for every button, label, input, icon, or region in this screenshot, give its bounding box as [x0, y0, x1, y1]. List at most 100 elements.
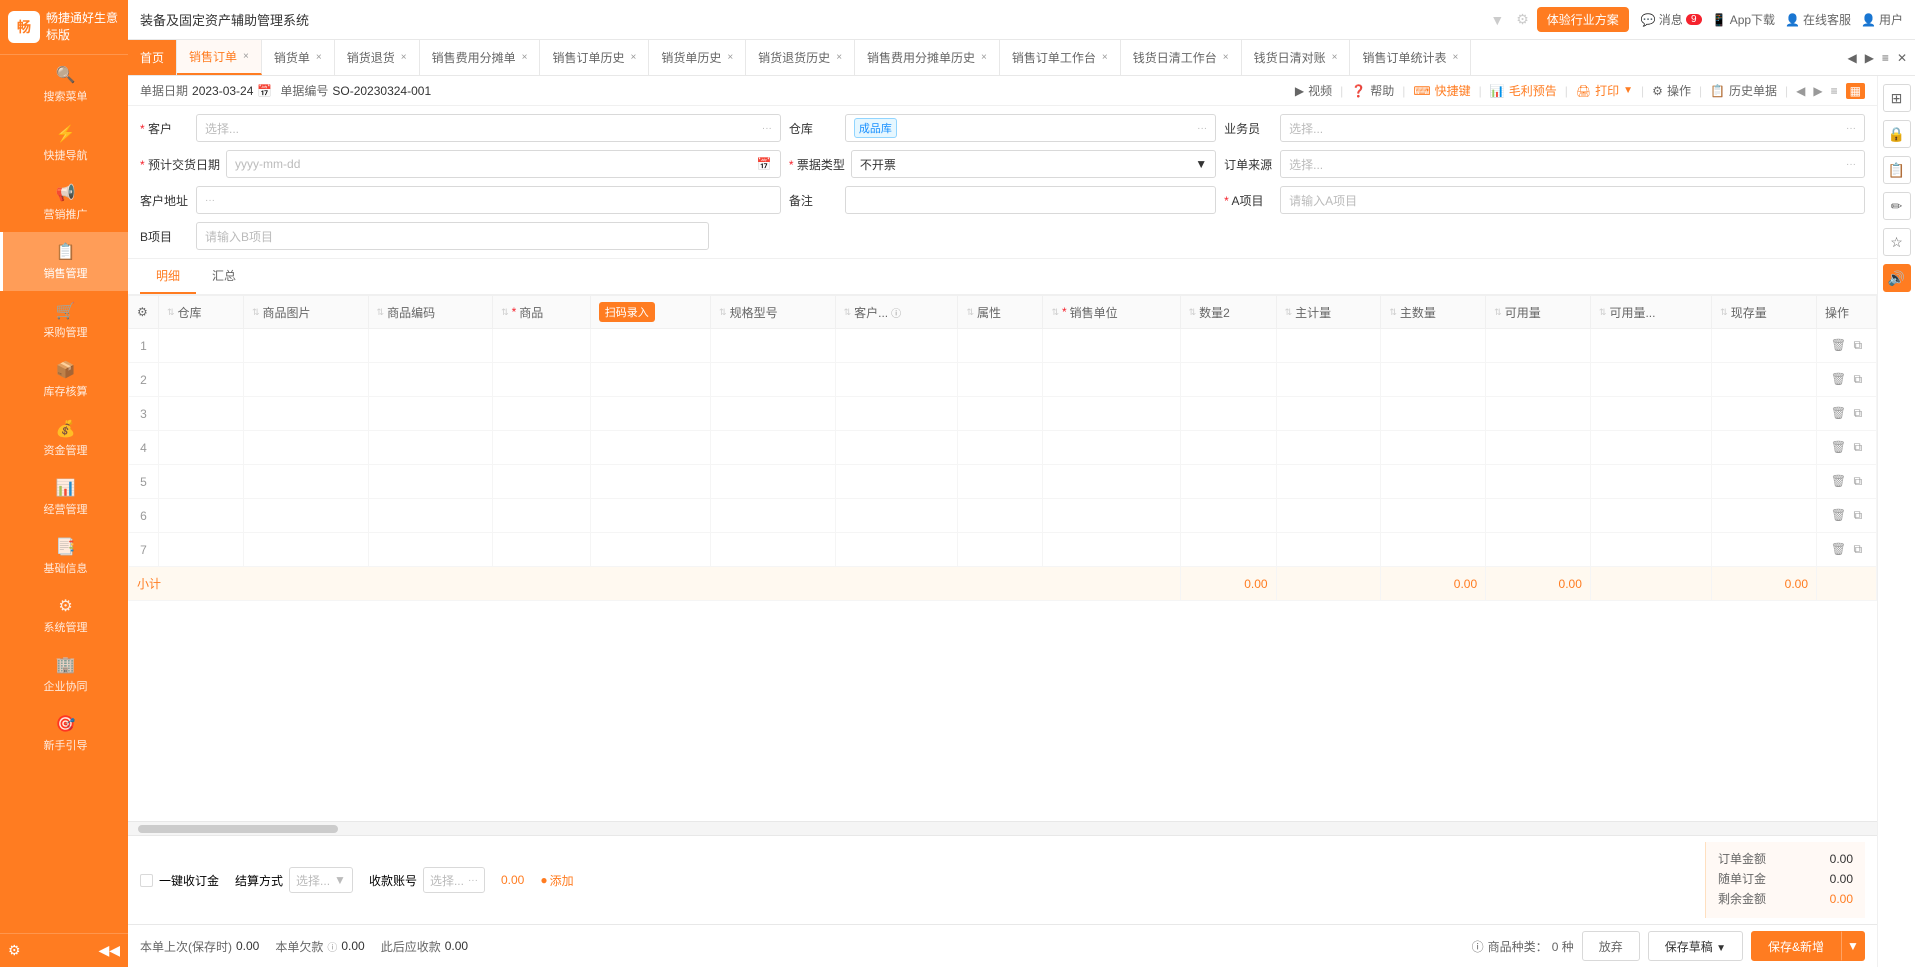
- tab-close-reconcile[interactable]: ×: [1332, 52, 1338, 63]
- table-scrollbar[interactable]: [128, 821, 1877, 835]
- row-delete-btn[interactable]: 🗑: [1831, 372, 1846, 386]
- tab-sales-invoice[interactable]: 销货单 ×: [262, 40, 335, 75]
- col-header-product[interactable]: ⇅*商品: [493, 296, 591, 329]
- tab-close-expense-history[interactable]: ×: [981, 52, 987, 63]
- row-copy-btn[interactable]: ⧉: [1854, 406, 1863, 420]
- calendar-icon[interactable]: 📅: [257, 84, 272, 98]
- online-service-btn[interactable]: 👤 在线客服: [1785, 11, 1851, 28]
- col-header-product-image[interactable]: ⇅商品图片: [243, 296, 368, 329]
- sidebar-item-enterprise[interactable]: 🏢 企业协同: [0, 645, 128, 704]
- sidebar-item-inventory[interactable]: 📦 库存核算: [0, 350, 128, 409]
- tab-close-invoice-history[interactable]: ×: [727, 52, 733, 63]
- tab-sales-expense[interactable]: 销售费用分摊单 ×: [420, 40, 541, 75]
- tab-close-return-history[interactable]: ×: [836, 52, 842, 63]
- col-header-gear[interactable]: ⚙: [129, 296, 159, 329]
- message-btn[interactable]: 💬 消息 9: [1641, 11, 1702, 28]
- sidebar-item-search[interactable]: 🔍 搜索菜单: [0, 55, 128, 114]
- tab-mingxi[interactable]: 明细: [140, 259, 196, 294]
- project-a-input[interactable]: 请输入A项目: [1280, 186, 1865, 214]
- col-header-stock[interactable]: ⇅现存量: [1712, 296, 1817, 329]
- history-action[interactable]: 📋 历史单据: [1710, 82, 1777, 99]
- row-copy-btn[interactable]: ⧉: [1854, 372, 1863, 386]
- tab-huizong[interactable]: 汇总: [196, 259, 252, 294]
- discard-btn[interactable]: 放弃: [1582, 931, 1640, 961]
- tab-statistics[interactable]: 销售订单统计表 ×: [1350, 40, 1471, 75]
- list-view-btn[interactable]: ≡: [1831, 84, 1838, 98]
- col-header-attribute[interactable]: ⇅属性: [958, 296, 1043, 329]
- col-header-sales-unit[interactable]: ⇅*销售单位: [1043, 296, 1180, 329]
- account-select[interactable]: 选择... ···: [423, 867, 485, 893]
- sidebar-collapse-btn[interactable]: ◀◀: [98, 942, 120, 959]
- tab-next-btn[interactable]: ▶: [1861, 51, 1878, 65]
- sidebar-item-quick-nav[interactable]: ⚡ 快捷导航: [0, 114, 128, 173]
- delivery-date-input[interactable]: yyyy-mm-dd 📅: [226, 150, 781, 178]
- tab-close-sales-expense[interactable]: ×: [522, 52, 528, 63]
- remark-input[interactable]: [845, 186, 1216, 214]
- draft-dropdown-icon[interactable]: ▼: [1716, 943, 1726, 954]
- tab-close-daily-clear[interactable]: ×: [1223, 52, 1229, 63]
- save-new-btn[interactable]: 保存&新增: [1751, 931, 1841, 961]
- tab-close-sales-order[interactable]: ×: [243, 51, 249, 62]
- draft-btn[interactable]: 保存草稿 ▼: [1648, 931, 1743, 961]
- add-account-btn[interactable]: ● 添加: [540, 872, 573, 889]
- row-delete-btn[interactable]: 🗑: [1831, 406, 1846, 420]
- sidebar-item-marketing[interactable]: 📢 营销推广: [0, 173, 128, 232]
- industry-btn[interactable]: 体验行业方案: [1537, 7, 1629, 32]
- tab-sales-order-history[interactable]: 销售订单历史 ×: [540, 40, 649, 75]
- system-settings-btn[interactable]: ⚙: [1516, 11, 1529, 28]
- scrollbar-thumb[interactable]: [138, 825, 338, 833]
- warehouse-input[interactable]: 成品库 ···: [845, 114, 1216, 142]
- tab-expense-history[interactable]: 销售费用分摊单历史 ×: [855, 40, 1000, 75]
- right-panel-btn-2[interactable]: 🔒: [1883, 120, 1911, 148]
- print-action[interactable]: 🖨 打印 ▼: [1576, 82, 1633, 99]
- payment-method-select[interactable]: 选择... ▼: [289, 867, 353, 893]
- right-panel-btn-6[interactable]: 🔊: [1883, 264, 1911, 292]
- view-action[interactable]: ▶ 视频: [1295, 82, 1332, 99]
- col-header-main-unit[interactable]: ⇅主计量: [1276, 296, 1381, 329]
- tab-menu-btn[interactable]: ≡: [1878, 51, 1893, 65]
- profit-action[interactable]: 📊 毛利预告: [1490, 82, 1557, 99]
- customer-input[interactable]: 选择... ···: [196, 114, 781, 142]
- next-doc-btn[interactable]: ▶: [1813, 84, 1822, 98]
- row-delete-btn[interactable]: 🗑: [1831, 474, 1846, 488]
- col-header-spec[interactable]: ⇅规格型号: [711, 296, 836, 329]
- tab-close-history[interactable]: ×: [630, 52, 636, 63]
- sidebar-settings-btn[interactable]: ⚙: [8, 942, 21, 959]
- row-delete-btn[interactable]: 🗑: [1831, 440, 1846, 454]
- row-delete-btn[interactable]: 🗑: [1831, 338, 1846, 352]
- sidebar-item-finance[interactable]: 💰 资金管理: [0, 409, 128, 468]
- tab-close-statistics[interactable]: ×: [1452, 52, 1458, 63]
- sidebar-item-operations[interactable]: 📊 经营管理: [0, 468, 128, 527]
- row-copy-btn[interactable]: ⧉: [1854, 542, 1863, 556]
- row-delete-btn[interactable]: 🗑: [1831, 542, 1846, 556]
- col-header-qty2[interactable]: ⇅数量2: [1180, 296, 1276, 329]
- row-copy-btn[interactable]: ⧉: [1854, 338, 1863, 352]
- tab-sales-return[interactable]: 销货退货 ×: [335, 40, 420, 75]
- scan-input-btn[interactable]: 扫码录入: [599, 302, 655, 322]
- row-copy-btn[interactable]: ⧉: [1854, 508, 1863, 522]
- tab-invoice-history[interactable]: 销货单历史 ×: [649, 40, 746, 75]
- sidebar-item-guide[interactable]: 🎯 新手引导: [0, 704, 128, 763]
- tab-sales-order[interactable]: 销售订单 ×: [177, 40, 262, 75]
- salesperson-input[interactable]: 选择... ···: [1280, 114, 1865, 142]
- customer-address-input[interactable]: ···: [196, 186, 781, 214]
- right-panel-btn-5[interactable]: ☆: [1883, 228, 1911, 256]
- col-header-product-code[interactable]: ⇅商品编码: [368, 296, 493, 329]
- print-dropdown-icon[interactable]: ▼: [1623, 85, 1633, 96]
- tab-close-all-btn[interactable]: ✕: [1893, 51, 1911, 65]
- row-copy-btn[interactable]: ⧉: [1854, 474, 1863, 488]
- one-click-deposit-checkbox[interactable]: [140, 874, 153, 887]
- order-source-input[interactable]: 选择... ···: [1280, 150, 1865, 178]
- app-download-btn[interactable]: 📱 App下载: [1712, 11, 1775, 28]
- col-header-available2[interactable]: ⇅可用量...: [1590, 296, 1711, 329]
- tab-close-sales-return[interactable]: ×: [401, 52, 407, 63]
- system-dropdown-btn[interactable]: ▼: [1490, 12, 1504, 28]
- col-header-customer-code[interactable]: ⇅客户...ⓘ: [835, 296, 958, 329]
- col-header-available[interactable]: ⇅可用量: [1486, 296, 1591, 329]
- tab-home[interactable]: 首页: [128, 40, 177, 75]
- shortcut-action[interactable]: ⌨ 快捷键: [1413, 82, 1470, 99]
- ops-action[interactable]: ⚙ 操作: [1652, 82, 1691, 99]
- grid-view-btn[interactable]: ▦: [1846, 83, 1865, 99]
- tab-daily-clear-workbench[interactable]: 钱货日清工作台 ×: [1121, 40, 1242, 75]
- sidebar-item-system[interactable]: ⚙ 系统管理: [0, 586, 128, 645]
